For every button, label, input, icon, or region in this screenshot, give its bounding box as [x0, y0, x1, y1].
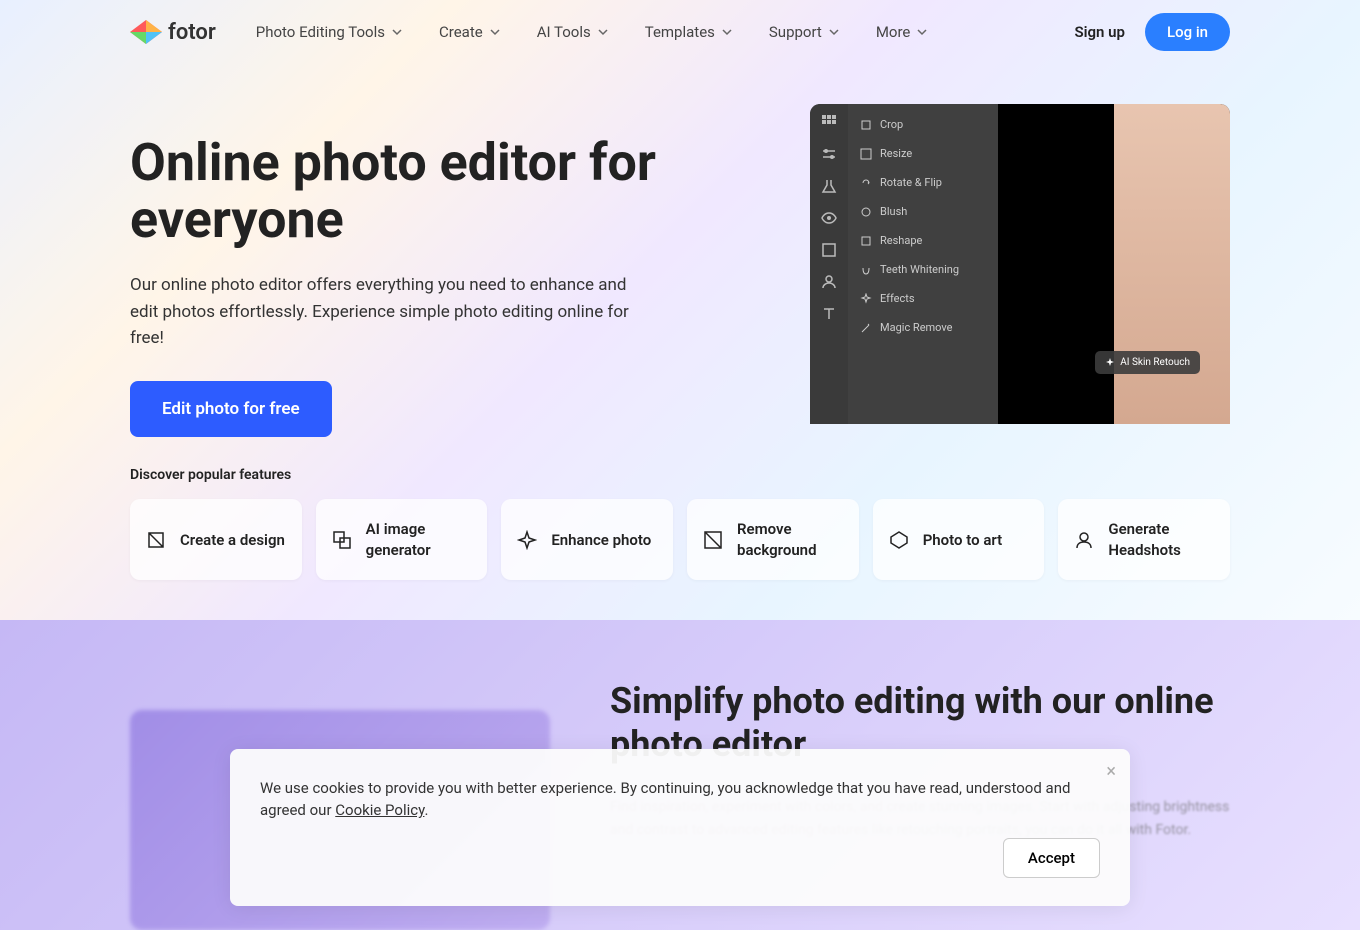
feature-remove-background[interactable]: Remove background — [687, 499, 859, 580]
menu-blush[interactable]: Blush — [848, 197, 998, 226]
nav-more[interactable]: More — [876, 23, 929, 41]
chevron-down-icon — [391, 26, 403, 38]
hero-section: Online photo editor for everyone Our onl… — [0, 64, 1360, 437]
header: fotor Photo Editing Tools Create AI Tool… — [0, 0, 1360, 64]
hero-content: Online photo editor for everyone Our onl… — [130, 104, 750, 437]
ai-skin-retouch-tag: AI Skin Retouch — [1095, 351, 1200, 374]
ai-generator-icon — [332, 530, 352, 550]
sliders-icon — [821, 146, 837, 162]
sparkle-icon — [1105, 358, 1115, 368]
preview-image: AI Skin Retouch — [998, 104, 1230, 424]
logo-text: fotor — [168, 20, 216, 45]
logo-icon — [130, 20, 162, 44]
feature-generate-headshots[interactable]: Generate Headshots — [1058, 499, 1230, 580]
cookie-banner: × We use cookies to provide you with bet… — [230, 749, 1130, 906]
edit-photo-button[interactable]: Edit photo for free — [130, 381, 332, 437]
feature-ai-image-generator[interactable]: AI image generator — [316, 499, 488, 580]
people-icon — [821, 274, 837, 290]
cookie-text: We use cookies to provide you with bette… — [260, 777, 1100, 822]
chevron-down-icon — [828, 26, 840, 38]
features-heading: Discover popular features — [130, 467, 1230, 483]
nav-create[interactable]: Create — [439, 23, 501, 41]
menu-rotate-flip[interactable]: Rotate & Flip — [848, 168, 998, 197]
menu-resize[interactable]: Resize — [848, 139, 998, 168]
menu-crop[interactable]: Crop — [848, 110, 998, 139]
features-section: Discover popular features Create a desig… — [0, 437, 1360, 620]
hero-subtitle: Our online photo editor offers everythin… — [130, 272, 650, 351]
feature-photo-to-art[interactable]: Photo to art — [873, 499, 1045, 580]
signup-link[interactable]: Sign up — [1074, 23, 1125, 41]
login-button[interactable]: Log in — [1145, 13, 1230, 51]
hero-title: Online photo editor for everyone — [130, 134, 750, 248]
editor-preview: Crop Resize Rotate & Flip Blush Reshape … — [810, 104, 1230, 424]
editor-sidebar — [810, 104, 848, 424]
headshot-icon — [1074, 530, 1094, 550]
editor-menu: Crop Resize Rotate & Flip Blush Reshape … — [848, 104, 998, 424]
menu-teeth-whitening[interactable]: Teeth Whitening — [848, 255, 998, 284]
cookie-policy-link[interactable]: Cookie Policy — [335, 801, 424, 819]
eye-icon — [821, 210, 837, 226]
close-button[interactable]: × — [1106, 761, 1116, 782]
logo[interactable]: fotor — [130, 20, 216, 45]
chevron-down-icon — [489, 26, 501, 38]
beaker-icon — [821, 178, 837, 194]
nav-photo-editing-tools[interactable]: Photo Editing Tools — [256, 23, 403, 41]
features-row: Create a design AI image generator Enhan… — [130, 499, 1230, 580]
feature-create-design[interactable]: Create a design — [130, 499, 302, 580]
menu-magic-remove[interactable]: Magic Remove — [848, 313, 998, 342]
accept-button[interactable]: Accept — [1003, 838, 1100, 878]
nav-ai-tools[interactable]: AI Tools — [537, 23, 609, 41]
nav: Photo Editing Tools Create AI Tools Temp… — [256, 23, 1075, 41]
design-icon — [146, 530, 166, 550]
text-icon — [821, 306, 837, 322]
chevron-down-icon — [916, 26, 928, 38]
remove-bg-icon — [703, 530, 723, 550]
nav-support[interactable]: Support — [769, 23, 840, 41]
chevron-down-icon — [721, 26, 733, 38]
frame-icon — [821, 242, 837, 258]
chevron-down-icon — [597, 26, 609, 38]
menu-effects[interactable]: Effects — [848, 284, 998, 313]
grid-icon — [821, 114, 837, 130]
feature-enhance-photo[interactable]: Enhance photo — [501, 499, 673, 580]
nav-templates[interactable]: Templates — [645, 23, 733, 41]
auth: Sign up Log in — [1074, 13, 1230, 51]
photo-art-icon — [889, 530, 909, 550]
enhance-icon — [517, 530, 537, 550]
menu-reshape[interactable]: Reshape — [848, 226, 998, 255]
